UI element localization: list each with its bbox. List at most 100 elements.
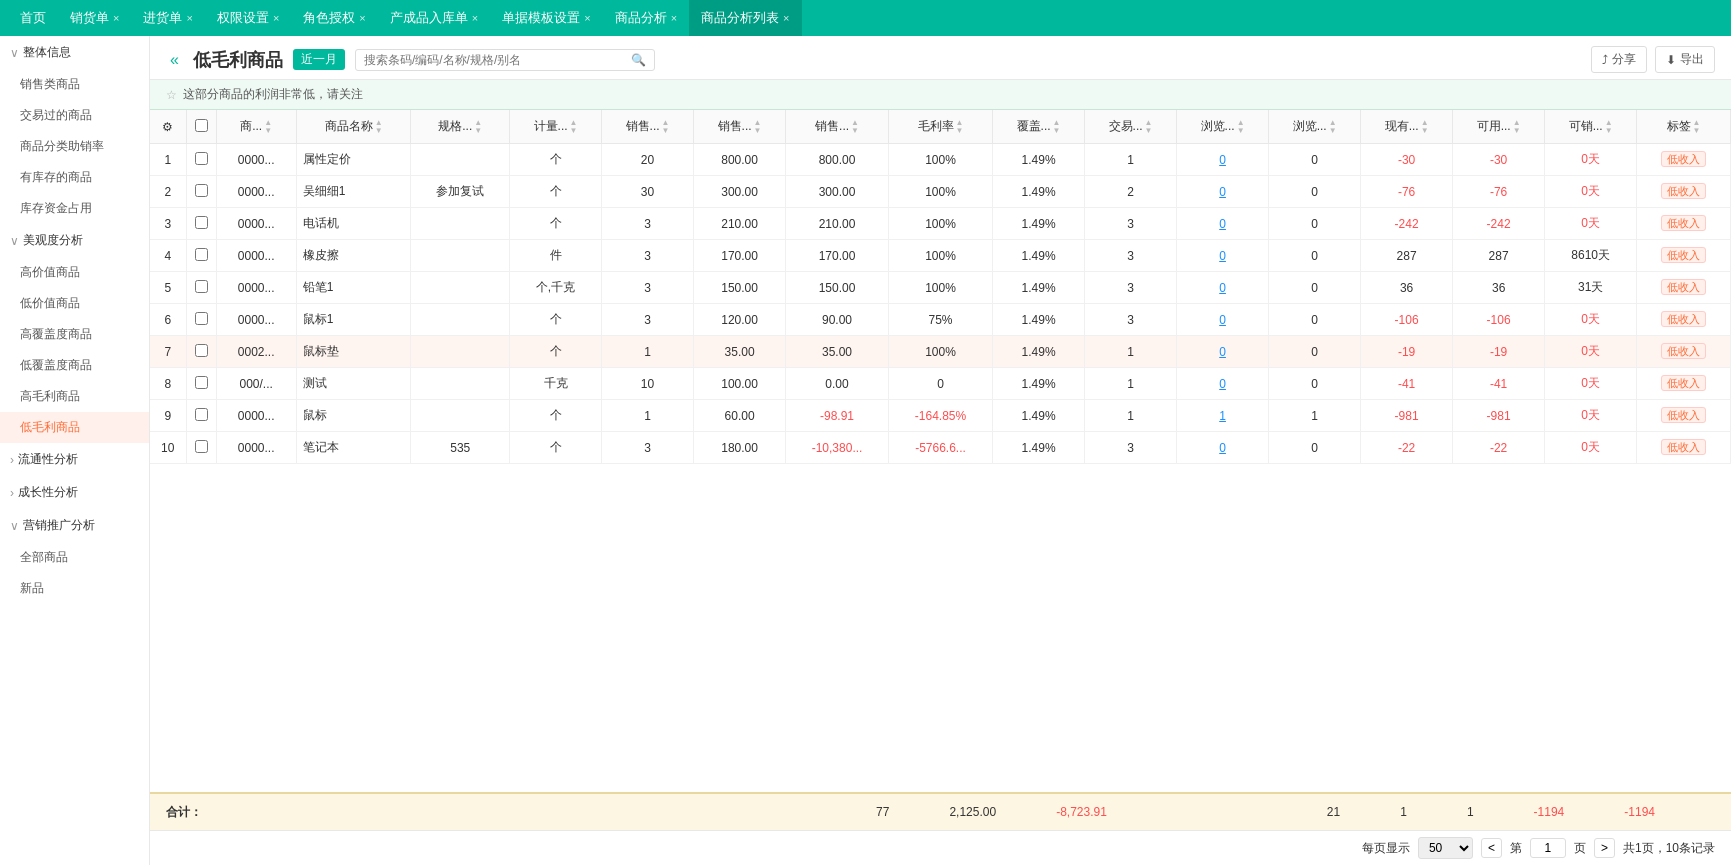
cell-browse1[interactable]: 0 — [1177, 368, 1269, 400]
th-code[interactable]: 商...▲▼ — [216, 110, 296, 144]
th-checkbox[interactable] — [186, 110, 216, 144]
sidebar-item-inventory-goods[interactable]: 有库存的商品 — [0, 162, 149, 193]
cell-name: 吴细细1 — [296, 176, 411, 208]
nav-purchase-order[interactable]: 进货单 × — [131, 0, 204, 36]
cell-browse1[interactable]: 0 — [1177, 336, 1269, 368]
cell-checkbox[interactable] — [186, 336, 216, 368]
cell-browse1[interactable]: 0 — [1177, 240, 1269, 272]
th-current-stock[interactable]: 现有...▲▼ — [1361, 110, 1453, 144]
row-checkbox[interactable] — [195, 216, 208, 229]
row-checkbox[interactable] — [195, 312, 208, 325]
row-checkbox[interactable] — [195, 280, 208, 293]
row-checkbox[interactable] — [195, 184, 208, 197]
export-button[interactable]: ⬇ 导出 — [1655, 46, 1715, 73]
th-tag[interactable]: 标签▲▼ — [1637, 110, 1731, 144]
th-sales-qty[interactable]: 销售...▲▼ — [602, 110, 694, 144]
cell-checkbox[interactable] — [186, 240, 216, 272]
nav-product-analysis[interactable]: 商品分析 × — [603, 0, 689, 36]
close-icon[interactable]: × — [783, 12, 789, 24]
data-table-container[interactable]: ⚙ 商...▲▼ 商品名称▲▼ 规格...▲▼ 计量...▲▼ 销售...▲▼ … — [150, 110, 1731, 792]
nav-sales-order[interactable]: 销货单 × — [58, 0, 131, 36]
cell-browse1[interactable]: 0 — [1177, 432, 1269, 464]
sidebar-item-sales-goods[interactable]: 销售类商品 — [0, 69, 149, 100]
th-browse2[interactable]: 浏览...▲▼ — [1269, 110, 1361, 144]
sidebar-item-inventory-capital[interactable]: 库存资金占用 — [0, 193, 149, 224]
th-available[interactable]: 可用...▲▼ — [1453, 110, 1545, 144]
sidebar-item-low-margin[interactable]: 低毛利商品 — [0, 412, 149, 443]
nav-product-inbound[interactable]: 产成品入库单 × — [378, 0, 490, 36]
close-icon[interactable]: × — [186, 12, 192, 24]
sidebar-section-growth[interactable]: › 成长性分析 — [0, 476, 149, 509]
cell-browse1[interactable]: 0 — [1177, 176, 1269, 208]
share-button[interactable]: ⤴ 分享 — [1591, 46, 1647, 73]
th-name[interactable]: 商品名称▲▼ — [296, 110, 411, 144]
th-gross-margin[interactable]: 毛利率▲▼ — [889, 110, 993, 144]
cell-checkbox[interactable] — [186, 272, 216, 304]
th-trade[interactable]: 交易...▲▼ — [1085, 110, 1177, 144]
nav-home[interactable]: 首页 — [8, 0, 58, 36]
sidebar-item-high-coverage[interactable]: 高覆盖度商品 — [0, 319, 149, 350]
sidebar-section-aesthetic[interactable]: ∨ 美观度分析 — [0, 224, 149, 257]
sidebar-item-high-margin[interactable]: 高毛利商品 — [0, 381, 149, 412]
row-checkbox[interactable] — [195, 344, 208, 357]
sidebar-item-low-value[interactable]: 低价值商品 — [0, 288, 149, 319]
close-icon[interactable]: × — [584, 12, 590, 24]
sidebar-item-new-goods[interactable]: 新品 — [0, 573, 149, 604]
sidebar-item-low-coverage[interactable]: 低覆盖度商品 — [0, 350, 149, 381]
page-number-input[interactable] — [1530, 838, 1566, 858]
close-icon[interactable]: × — [273, 12, 279, 24]
row-checkbox[interactable] — [195, 152, 208, 165]
th-settings[interactable]: ⚙ — [150, 110, 186, 144]
th-unit[interactable]: 计量...▲▼ — [510, 110, 602, 144]
select-all-checkbox[interactable] — [195, 119, 208, 132]
cell-checkbox[interactable] — [186, 400, 216, 432]
nav-template-settings[interactable]: 单据模板设置 × — [490, 0, 602, 36]
close-icon[interactable]: × — [472, 12, 478, 24]
sidebar-section-liquidity[interactable]: › 流通性分析 — [0, 443, 149, 476]
sidebar-section-overall[interactable]: ∨ 整体信息 — [0, 36, 149, 69]
th-sales-price[interactable]: 销售...▲▼ — [694, 110, 786, 144]
sidebar-item-all-goods[interactable]: 全部商品 — [0, 542, 149, 573]
th-spec[interactable]: 规格...▲▼ — [411, 110, 510, 144]
cell-browse1[interactable]: 0 — [1177, 144, 1269, 176]
page-size-select[interactable]: 50 100 200 — [1418, 837, 1473, 859]
cell-checkbox[interactable] — [186, 432, 216, 464]
period-tag-button[interactable]: 近一月 — [293, 49, 345, 70]
next-page-button[interactable]: > — [1594, 838, 1615, 858]
cell-checkbox[interactable] — [186, 144, 216, 176]
close-icon[interactable]: × — [359, 12, 365, 24]
cell-trade: 3 — [1085, 272, 1177, 304]
cell-checkbox[interactable] — [186, 208, 216, 240]
row-checkbox[interactable] — [195, 408, 208, 421]
cell-available: 287 — [1453, 240, 1545, 272]
search-input[interactable] — [364, 53, 631, 67]
close-icon[interactable]: × — [671, 12, 677, 24]
search-icon[interactable]: 🔍 — [631, 53, 646, 67]
cell-browse1[interactable]: 1 — [1177, 400, 1269, 432]
close-icon[interactable]: × — [113, 12, 119, 24]
sidebar-item-traded-goods[interactable]: 交易过的商品 — [0, 100, 149, 131]
th-coverage[interactable]: 覆盖...▲▼ — [993, 110, 1085, 144]
cell-browse1[interactable]: 0 — [1177, 272, 1269, 304]
row-checkbox[interactable] — [195, 440, 208, 453]
nav-role-auth[interactable]: 角色授权 × — [291, 0, 377, 36]
th-sellable[interactable]: 可销...▲▼ — [1545, 110, 1637, 144]
nav-permission-settings[interactable]: 权限设置 × — [205, 0, 291, 36]
sidebar-collapse-button[interactable]: « — [166, 47, 183, 73]
sidebar-section-marketing[interactable]: ∨ 营销推广分析 — [0, 509, 149, 542]
cell-checkbox[interactable] — [186, 176, 216, 208]
th-sales-profit[interactable]: 销售...▲▼ — [786, 110, 889, 144]
prev-page-button[interactable]: < — [1481, 838, 1502, 858]
nav-product-analysis-list[interactable]: 商品分析列表 × — [689, 0, 801, 36]
cell-browse1[interactable]: 0 — [1177, 208, 1269, 240]
total-label: 合计： — [166, 804, 202, 821]
cell-checkbox[interactable] — [186, 304, 216, 336]
sidebar-item-category-sales-rate[interactable]: 商品分类助销率 — [0, 131, 149, 162]
cell-trade: 3 — [1085, 240, 1177, 272]
cell-browse1[interactable]: 0 — [1177, 304, 1269, 336]
row-checkbox[interactable] — [195, 248, 208, 261]
row-checkbox[interactable] — [195, 376, 208, 389]
sidebar-item-high-value[interactable]: 高价值商品 — [0, 257, 149, 288]
th-browse1[interactable]: 浏览...▲▼ — [1177, 110, 1269, 144]
cell-checkbox[interactable] — [186, 368, 216, 400]
